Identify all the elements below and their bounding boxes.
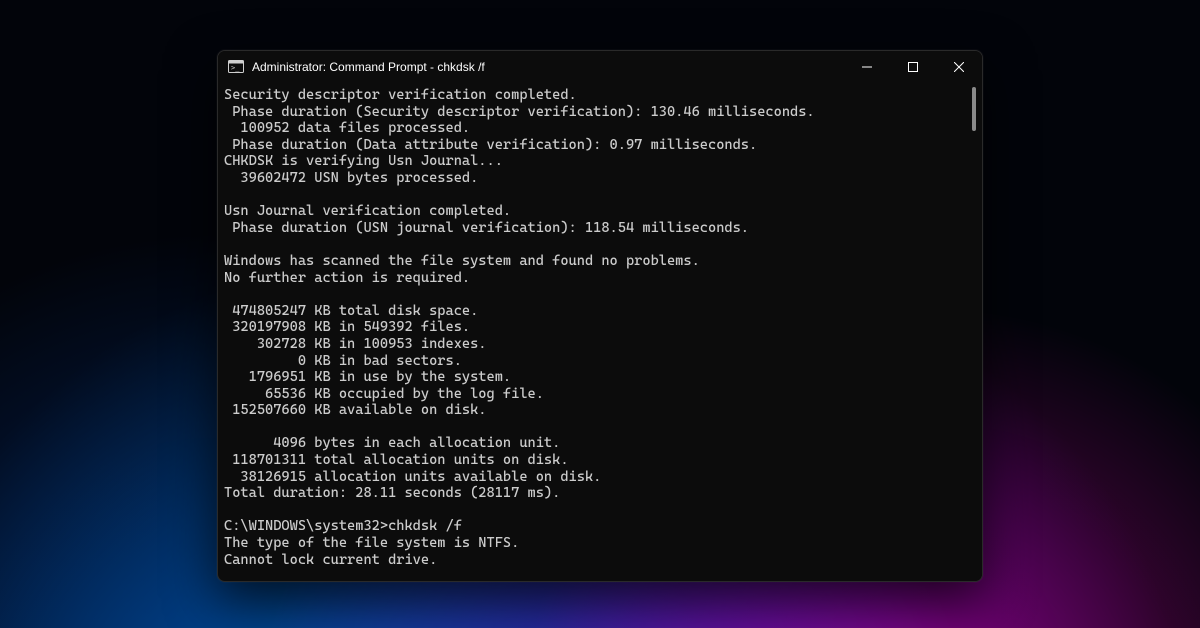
- vertical-scrollbar[interactable]: [968, 83, 982, 581]
- terminal-line: 118701311 total allocation units on disk…: [224, 452, 962, 469]
- minimize-icon: [862, 62, 872, 72]
- terminal-line: [224, 502, 962, 519]
- maximize-icon: [908, 62, 918, 72]
- terminal-line: C:\WINDOWS\system32>chkdsk /f: [224, 518, 962, 535]
- terminal-line: 0 KB in bad sectors.: [224, 353, 962, 370]
- terminal-line: 38126915 allocation units available on d…: [224, 469, 962, 486]
- terminal-line: 302728 KB in 100953 indexes.: [224, 336, 962, 353]
- terminal-line: The type of the file system is NTFS.: [224, 535, 962, 552]
- minimize-button[interactable]: [844, 51, 890, 83]
- terminal-line: 100952 data files processed.: [224, 120, 962, 137]
- terminal-line: 65536 KB occupied by the log file.: [224, 386, 962, 403]
- terminal-line: [224, 236, 962, 253]
- terminal-line: No further action is required.: [224, 270, 962, 287]
- terminal-line: Total duration: 28.11 seconds (28117 ms)…: [224, 485, 962, 502]
- title-bar[interactable]: >_ Administrator: Command Prompt - chkds…: [218, 51, 982, 83]
- terminal-line: 320197908 KB in 549392 files.: [224, 319, 962, 336]
- terminal-line: [224, 187, 962, 204]
- command-prompt-window: >_ Administrator: Command Prompt - chkds…: [217, 50, 983, 582]
- maximize-button[interactable]: [890, 51, 936, 83]
- scrollbar-thumb[interactable]: [972, 87, 976, 131]
- close-icon: [954, 62, 964, 72]
- terminal-client-area: Security descriptor verification complet…: [218, 83, 982, 581]
- terminal-line: 1796951 KB in use by the system.: [224, 369, 962, 386]
- terminal-line: Security descriptor verification complet…: [224, 87, 962, 104]
- terminal-line: 152507660 KB available on disk.: [224, 402, 962, 419]
- terminal-line: [224, 286, 962, 303]
- svg-text:>_: >_: [231, 64, 240, 72]
- terminal-line: 39602472 USN bytes processed.: [224, 170, 962, 187]
- terminal-line: Phase duration (USN journal verification…: [224, 220, 962, 237]
- terminal-line: [224, 419, 962, 436]
- terminal-line: 4096 bytes in each allocation unit.: [224, 435, 962, 452]
- terminal-output[interactable]: Security descriptor verification complet…: [218, 83, 968, 581]
- command-prompt-icon: >_: [228, 59, 244, 75]
- terminal-line: Phase duration (Security descriptor veri…: [224, 104, 962, 121]
- terminal-line: Cannot lock current drive.: [224, 552, 962, 569]
- terminal-line: Phase duration (Data attribute verificat…: [224, 137, 962, 154]
- close-button[interactable]: [936, 51, 982, 83]
- window-title: Administrator: Command Prompt - chkdsk /…: [252, 60, 485, 74]
- terminal-line: 474805247 KB total disk space.: [224, 303, 962, 320]
- terminal-line: Windows has scanned the file system and …: [224, 253, 962, 270]
- terminal-line: CHKDSK is verifying Usn Journal...: [224, 153, 962, 170]
- terminal-line: Usn Journal verification completed.: [224, 203, 962, 220]
